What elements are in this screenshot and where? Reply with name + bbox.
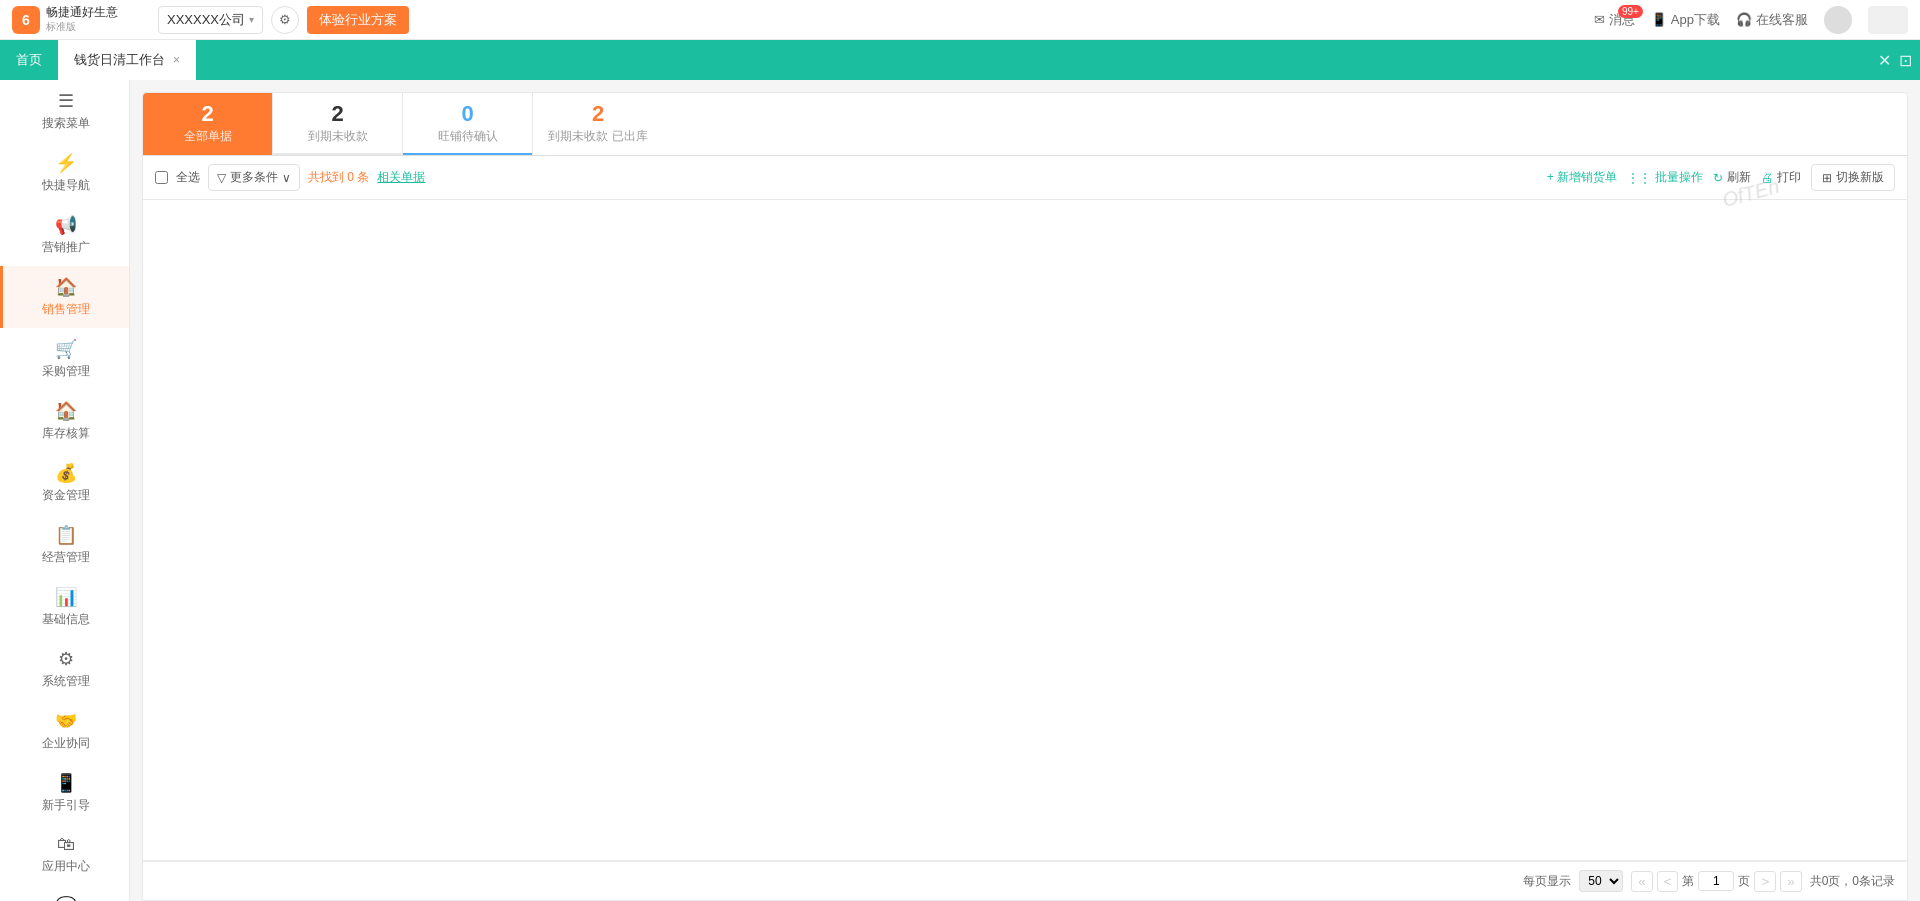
online-service-button[interactable]: 🎧 在线客服 — [1736, 11, 1808, 29]
page-suffix: 页 — [1738, 873, 1750, 890]
prev-page-button[interactable]: < — [1657, 871, 1679, 892]
sales-icon: 🏠 — [55, 276, 77, 298]
basic-icon: 📊 — [55, 586, 77, 608]
sidebar-item-quick-nav[interactable]: ⚡ 快捷导航 — [0, 142, 129, 204]
tab-underline-pending — [403, 153, 532, 155]
inventory-icon: 🏠 — [55, 400, 77, 422]
tab-bar-right: ✕ ⊡ — [1878, 51, 1920, 70]
refresh-button[interactable]: ↻ 刷新 — [1713, 169, 1751, 186]
table-area — [142, 200, 1908, 861]
page-number-input[interactable] — [1698, 871, 1734, 891]
filter-button[interactable]: ▽ 更多条件 ∨ — [208, 164, 300, 191]
filter-icon: ▽ — [217, 171, 226, 185]
sidebar-item-wechat[interactable]: 💬 企业微信 — [0, 885, 129, 901]
stats-tab-all[interactable]: 2 全部单据 — [143, 93, 273, 155]
tab-work-bench[interactable]: 钱货日清工作台 × — [58, 40, 196, 80]
tab-close-window-icon[interactable]: ✕ — [1878, 51, 1891, 70]
pagination: 每页显示 50 « < 第 页 > » 共0页，0条记录 — [142, 861, 1908, 901]
quick-nav-icon: ⚡ — [55, 152, 77, 174]
page-navigation: « < 第 页 > » — [1631, 871, 1801, 892]
switch-icon: ⊞ — [1822, 171, 1832, 185]
print-icon: 🖨 — [1761, 171, 1773, 185]
tab-maximize-icon[interactable]: ⊡ — [1899, 51, 1912, 70]
sidebar-item-inventory[interactable]: 🏠 库存核算 — [0, 390, 129, 452]
stats-tab-overdue[interactable]: 2 到期未收款 — [273, 93, 403, 155]
sidebar-item-operation[interactable]: 📋 经营管理 — [0, 514, 129, 576]
sidebar-item-marketing[interactable]: 📢 营销推广 — [0, 204, 129, 266]
tab-underline-overdue — [273, 153, 402, 155]
per-page-label: 每页显示 — [1523, 873, 1571, 890]
settings-button[interactable]: ⚙ — [271, 6, 299, 34]
marketing-icon: 📢 — [55, 214, 77, 236]
next-page-button[interactable]: > — [1754, 871, 1776, 892]
sidebar-item-appstore[interactable]: 🛍 应用中心 — [0, 824, 129, 885]
select-all-checkbox[interactable] — [155, 171, 168, 184]
message-button[interactable]: ✉ 消息 99+ — [1594, 11, 1635, 29]
sidebar-item-purchase[interactable]: 🛒 采购管理 — [0, 328, 129, 390]
wechat-icon: 💬 — [55, 895, 77, 901]
batch-icon: ⋮⋮ — [1627, 171, 1651, 185]
toolbar-right: + 新增销货单 ⋮⋮ 批量操作 ↻ 刷新 🖨 打印 ⊞ 切换新版 — [1547, 164, 1895, 191]
sidebar-item-system[interactable]: ⚙ 系统管理 — [0, 638, 129, 700]
last-page-button[interactable]: » — [1780, 871, 1801, 892]
related-link[interactable]: 相关单据 — [377, 169, 425, 186]
content-area: 2 全部单据 2 到期未收款 0 旺铺待确认 2 到期未收款 已出库 全选 — [130, 80, 1920, 901]
sidebar-item-sales[interactable]: 🏠 销售管理 — [0, 266, 129, 328]
service-icon: 🎧 — [1736, 12, 1752, 27]
logo-area: 6 畅捷通好生意 标准版 — [12, 5, 142, 35]
filter-arrow-icon: ∨ — [282, 171, 291, 185]
per-page-select[interactable]: 50 — [1579, 870, 1623, 892]
search-menu-icon: ☰ — [58, 90, 74, 112]
sidebar-item-search-menu[interactable]: ☰ 搜索菜单 — [0, 80, 129, 142]
main-layout: ☰ 搜索菜单 ⚡ 快捷导航 📢 营销推广 🏠 销售管理 🛒 采购管理 🏠 库存核… — [0, 80, 1920, 901]
avatar[interactable] — [1824, 6, 1852, 34]
found-count-text: 共找到 0 条 — [308, 169, 369, 186]
stats-tabs: 2 全部单据 2 到期未收款 0 旺铺待确认 2 到期未收款 已出库 — [142, 92, 1908, 155]
trial-button[interactable]: 体验行业方案 — [307, 6, 409, 34]
top-right-area: ✉ 消息 99+ 📱 App下载 🎧 在线客服 — [1594, 6, 1908, 34]
message-icon: ✉ — [1594, 12, 1605, 27]
download-icon: 📱 — [1651, 12, 1667, 27]
sidebar-item-finance[interactable]: 💰 资金管理 — [0, 452, 129, 514]
sidebar: ☰ 搜索菜单 ⚡ 快捷导航 📢 营销推广 🏠 销售管理 🛒 采购管理 🏠 库存核… — [0, 80, 130, 901]
logo-icon: 6 — [12, 6, 40, 34]
finance-icon: 💰 — [55, 462, 77, 484]
batch-ops-button[interactable]: ⋮⋮ 批量操作 — [1627, 169, 1703, 186]
chevron-down-icon: ▾ — [249, 14, 254, 25]
avatar-extra — [1868, 6, 1908, 34]
guide-icon: 📱 — [55, 772, 77, 794]
sidebar-item-guide[interactable]: 📱 新手引导 — [0, 762, 129, 824]
app-download-button[interactable]: 📱 App下载 — [1651, 11, 1720, 29]
page-total: 共0页，0条记录 — [1810, 873, 1895, 890]
tab-close-icon[interactable]: × — [173, 53, 180, 67]
gear-icon: ⚙ — [279, 12, 291, 27]
tab-bar: 首页 钱货日清工作台 × ✕ ⊡ — [0, 40, 1920, 80]
stats-tab-pending[interactable]: 0 旺铺待确认 — [403, 93, 533, 155]
new-sale-button[interactable]: + 新增销货单 — [1547, 169, 1617, 186]
page-prefix: 第 — [1682, 873, 1694, 890]
toolbar: 全选 ▽ 更多条件 ∨ 共找到 0 条 相关单据 + 新增销货单 ⋮⋮ 批量操作 — [142, 155, 1908, 200]
sidebar-item-cooperation[interactable]: 🤝 企业协同 — [0, 700, 129, 762]
first-page-button[interactable]: « — [1631, 871, 1652, 892]
stats-tab-shipped[interactable]: 2 到期未收款 已出库 — [533, 93, 663, 155]
cooperation-icon: 🤝 — [55, 710, 77, 732]
system-icon: ⚙ — [58, 648, 74, 670]
top-bar: 6 畅捷通好生意 标准版 XXXXXX公司 ▾ ⚙ 体验行业方案 ✉ 消息 99… — [0, 0, 1920, 40]
operation-icon: 📋 — [55, 524, 77, 546]
appstore-icon: 🛍 — [57, 834, 75, 855]
print-button[interactable]: 🖨 打印 — [1761, 169, 1801, 186]
select-all-label: 全选 — [176, 169, 200, 186]
switch-new-version-button[interactable]: ⊞ 切换新版 — [1811, 164, 1895, 191]
tab-home[interactable]: 首页 — [0, 40, 58, 80]
company-selector[interactable]: XXXXXX公司 ▾ — [158, 6, 263, 34]
message-badge: 99+ — [1618, 5, 1643, 18]
purchase-icon: 🛒 — [55, 338, 77, 360]
logo-text: 畅捷通好生意 标准版 — [46, 5, 118, 35]
found-number: 0 — [347, 170, 354, 184]
refresh-icon: ↻ — [1713, 171, 1723, 185]
sidebar-item-basic[interactable]: 📊 基础信息 — [0, 576, 129, 638]
